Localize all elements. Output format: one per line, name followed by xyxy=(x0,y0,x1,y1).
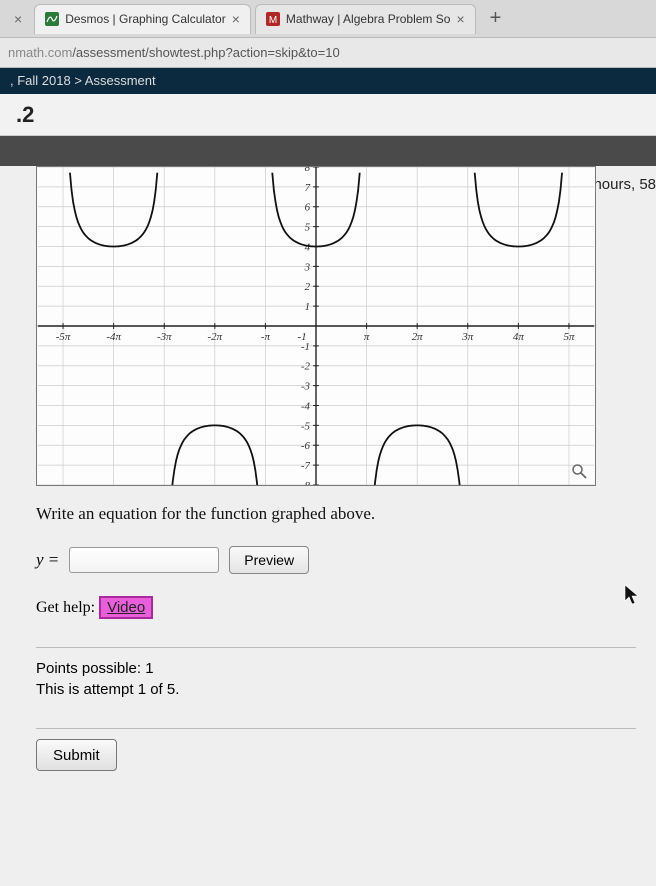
svg-text:4π: 4π xyxy=(513,331,524,343)
breadcrumb: , Fall 2018 > Assessment xyxy=(0,68,656,94)
attempt-line: This is attempt 1 of 5. xyxy=(36,679,636,700)
help-line: Get help: Video xyxy=(36,596,636,619)
url-host: nmath.com xyxy=(8,45,72,60)
tab-label: Mathway | Algebra Problem So xyxy=(286,12,451,26)
svg-text:-1: -1 xyxy=(298,331,307,343)
browser-tab-bar: × Desmos | Graphing Calculator × M Mathw… xyxy=(0,0,656,38)
help-prefix: Get help: xyxy=(36,599,99,616)
svg-text:6: 6 xyxy=(305,202,311,214)
svg-text:7: 7 xyxy=(305,182,311,194)
svg-text:-8: -8 xyxy=(301,480,311,485)
answer-input[interactable] xyxy=(69,547,219,573)
preview-button[interactable]: Preview xyxy=(229,546,309,574)
tab-desmos[interactable]: Desmos | Graphing Calculator × xyxy=(34,4,251,34)
close-icon[interactable]: × xyxy=(456,11,464,27)
tab-close-left[interactable]: × xyxy=(6,4,30,34)
svg-text:-3: -3 xyxy=(301,381,311,393)
graph-svg: -8 -7 -6 -5 -4 -3 -2 -1 1 2 3 4 5 6 7 8 -5π -4π -3π -2π -π π 2… xyxy=(37,167,595,485)
answer-line: y = Preview xyxy=(36,546,636,574)
points-block: Points possible: 1 This is attempt 1 of … xyxy=(36,658,636,700)
svg-text:-π: -π xyxy=(261,331,271,343)
svg-text:-4: -4 xyxy=(301,400,311,412)
svg-text:5: 5 xyxy=(305,222,311,234)
divider xyxy=(36,647,636,648)
video-link[interactable]: Video xyxy=(99,596,153,619)
main-content: Due in 7 hours, 58 -8-7-6-5-4-3-2-112345… xyxy=(0,166,656,886)
submit-button[interactable]: Submit xyxy=(36,739,117,771)
svg-text:M: M xyxy=(269,15,277,26)
svg-text:3π: 3π xyxy=(461,331,473,343)
svg-text:-5π: -5π xyxy=(56,331,71,343)
y-equals-label: y = xyxy=(36,550,59,570)
new-tab-button[interactable]: + xyxy=(480,7,512,30)
magnify-icon[interactable] xyxy=(571,463,587,479)
svg-text:1: 1 xyxy=(305,301,310,313)
question-prompt: Write an equation for the function graph… xyxy=(36,504,636,524)
url-text: nmath.com/assessment/showtest.php?action… xyxy=(8,45,340,60)
question-header: .2 xyxy=(0,94,656,136)
close-icon[interactable]: × xyxy=(232,11,240,27)
svg-text:-6: -6 xyxy=(301,440,311,452)
svg-text:8: 8 xyxy=(305,167,311,174)
svg-text:-4π: -4π xyxy=(106,331,121,343)
question-card: -8 -7 -6 -5 -4 -3 -2 -1 1 2 3 4 5 6 7 8 -5π -4π -3π -2π -π π 2… xyxy=(36,166,636,771)
tab-label: Desmos | Graphing Calculator xyxy=(65,12,226,26)
graph-box[interactable]: -8 -7 -6 -5 -4 -3 -2 -1 1 2 3 4 5 6 7 8 -5π -4π -3π -2π -π π 2… xyxy=(36,166,596,486)
tab-mathway[interactable]: M Mathway | Algebra Problem So × xyxy=(255,4,476,34)
svg-text:-3π: -3π xyxy=(157,331,172,343)
svg-text:3: 3 xyxy=(304,261,311,273)
close-icon[interactable]: × xyxy=(14,11,22,27)
desmos-icon xyxy=(45,12,59,26)
address-bar[interactable]: nmath.com/assessment/showtest.php?action… xyxy=(0,38,656,68)
svg-text:-2: -2 xyxy=(301,361,311,373)
cursor-icon xyxy=(624,584,642,612)
svg-text:2: 2 xyxy=(305,281,311,293)
svg-text:5π: 5π xyxy=(563,331,574,343)
svg-text:-2π: -2π xyxy=(208,331,223,343)
svg-text:2π: 2π xyxy=(412,331,423,343)
divider xyxy=(36,728,636,729)
svg-text:-7: -7 xyxy=(301,460,311,472)
svg-text:-5: -5 xyxy=(301,420,311,432)
svg-text:4: 4 xyxy=(305,241,311,253)
url-path: /assessment/showtest.php?action=skip&to=… xyxy=(72,45,339,60)
points-possible: Points possible: 1 xyxy=(36,658,636,679)
mathway-icon: M xyxy=(266,12,280,26)
svg-text:π: π xyxy=(364,331,370,343)
